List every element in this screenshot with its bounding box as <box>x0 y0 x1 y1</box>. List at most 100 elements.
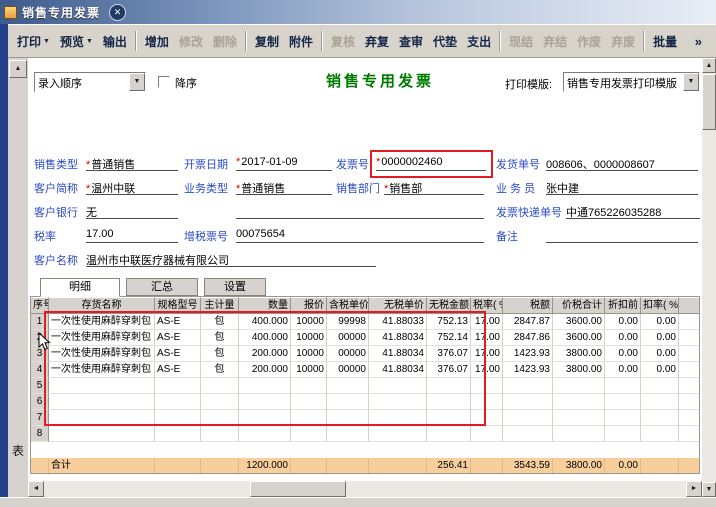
print-button[interactable]: 打印 ▼ <box>12 29 55 54</box>
grid-cell[interactable]: 200.000 <box>239 346 291 362</box>
grid-cell[interactable]: 1423.93 <box>503 362 553 378</box>
grid-cell[interactable] <box>291 378 327 394</box>
grid-header-cell[interactable]: 数量 <box>239 297 291 314</box>
grid-cell[interactable] <box>427 378 471 394</box>
grid-cell[interactable] <box>605 426 641 442</box>
grid-cell[interactable]: 376.07 <box>427 346 471 362</box>
grid-header-cell[interactable]: 序号 <box>31 297 49 314</box>
grid-cell[interactable] <box>155 378 201 394</box>
grid-cell[interactable]: 41.88033 <box>369 314 427 330</box>
grid-cell[interactable]: 1612 <box>679 362 699 378</box>
grid-cell[interactable]: 400.000 <box>239 314 291 330</box>
grid-cell[interactable] <box>201 426 239 442</box>
grid-cell[interactable]: 752.13 <box>427 314 471 330</box>
grid-cell[interactable] <box>679 394 699 410</box>
grid-cell[interactable] <box>155 394 201 410</box>
grid-cell[interactable] <box>471 410 503 426</box>
grid-header-cell[interactable]: 含税单价 <box>327 297 369 314</box>
express-no-field[interactable]: 中通765226035288 <box>566 204 700 219</box>
grid-cell[interactable]: 17.00 <box>471 362 503 378</box>
vertical-scrollbar[interactable]: ▲ ▼ <box>702 58 716 497</box>
vat-no-field[interactable]: 00075654 <box>236 228 484 243</box>
grid-cell[interactable] <box>471 394 503 410</box>
grid-cell[interactable] <box>369 394 427 410</box>
grid-cell[interactable]: 0.00 <box>641 362 679 378</box>
print-template-combo[interactable]: 销售专用发票打印模版 ▼ <box>563 72 700 92</box>
grid-cell[interactable] <box>327 378 369 394</box>
grid-cell[interactable]: 一次性使用麻醉穿刺包 <box>49 362 155 378</box>
grid-cell[interactable]: AS-E <box>155 314 201 330</box>
grid-cell[interactable]: 2 <box>31 330 49 346</box>
grid-cell[interactable]: 1 <box>31 314 49 330</box>
grid-header-cell[interactable]: 税率( % ) <box>471 297 503 314</box>
grid-cell[interactable]: 41.88034 <box>369 346 427 362</box>
grid-cell[interactable]: 0.00 <box>605 346 641 362</box>
close-icon[interactable]: ✕ <box>109 3 127 21</box>
grid-cell[interactable] <box>679 378 699 394</box>
grid-cell[interactable]: AS-E <box>155 362 201 378</box>
grid-cell[interactable] <box>291 394 327 410</box>
descending-checkbox[interactable] <box>158 76 170 88</box>
grid-cell[interactable]: 1612 <box>679 314 699 330</box>
grid-cell[interactable]: 0.00 <box>605 362 641 378</box>
grid-cell[interactable] <box>327 426 369 442</box>
grid-cell[interactable] <box>503 410 553 426</box>
grid-cell[interactable]: 一次性使用麻醉穿刺包 <box>49 330 155 346</box>
customer-account-field[interactable] <box>236 204 484 219</box>
grid-cell[interactable] <box>239 426 291 442</box>
combo-dropdown-icon[interactable]: ▼ <box>683 73 699 91</box>
grid-cell[interactable]: 99998 <box>327 314 369 330</box>
scroll-up-icon[interactable]: ▲ <box>702 58 716 73</box>
grid-header-cell[interactable]: 无税单价 <box>369 297 427 314</box>
scroll-down-icon[interactable]: ▼ <box>702 482 716 497</box>
scroll-right-icon[interactable]: ► <box>686 481 702 497</box>
horizontal-scroll-thumb[interactable] <box>250 481 346 497</box>
advance-button[interactable]: 代垫 <box>428 29 462 54</box>
grid-cell[interactable]: 8 <box>31 426 49 442</box>
grid-cell[interactable]: 6 <box>31 394 49 410</box>
grid-cell[interactable]: 3600.00 <box>553 330 605 346</box>
grid-cell[interactable]: 17.00 <box>471 314 503 330</box>
grid-cell[interactable] <box>327 410 369 426</box>
grid-cell[interactable] <box>427 426 471 442</box>
grid-cell[interactable]: 1612 <box>679 330 699 346</box>
grid-cell[interactable] <box>201 410 239 426</box>
business-type-field[interactable]: *普通销售 <box>236 180 332 195</box>
combo-dropdown-icon[interactable]: ▼ <box>129 73 145 91</box>
grid-cell[interactable] <box>239 378 291 394</box>
grid-cell[interactable]: AS-E <box>155 330 201 346</box>
sale-type-field[interactable]: *普通销售 <box>86 156 178 171</box>
grid-header-cell[interactable]: 规格型号 <box>155 297 201 314</box>
grid-cell[interactable]: 4 <box>31 362 49 378</box>
grid-cell[interactable]: 一次性使用麻醉穿刺包 <box>49 314 155 330</box>
grid-header-cell[interactable]: 存货名称 <box>49 297 155 314</box>
grid-cell[interactable]: AS-E <box>155 346 201 362</box>
grid-cell[interactable] <box>369 410 427 426</box>
grid-cell[interactable] <box>679 410 699 426</box>
grid-cell[interactable] <box>553 394 605 410</box>
grid-cell[interactable] <box>605 378 641 394</box>
grid-cell[interactable]: 0.00 <box>605 314 641 330</box>
grid-cell[interactable]: 10000 <box>291 346 327 362</box>
grid-cell[interactable] <box>427 410 471 426</box>
grid-cell[interactable]: 1423.93 <box>503 346 553 362</box>
grid-cell[interactable] <box>239 394 291 410</box>
grid-cell[interactable] <box>291 410 327 426</box>
grid-cell[interactable]: 00000 <box>327 330 369 346</box>
grid-header-cell[interactable]: 产品 <box>679 297 699 314</box>
grid-cell[interactable] <box>49 426 155 442</box>
grid-cell[interactable]: 10000 <box>291 314 327 330</box>
horizontal-scrollbar[interactable]: ◄ ► <box>28 481 702 497</box>
invoice-no-field[interactable]: *0000002460 <box>376 156 486 171</box>
grid-cell[interactable] <box>155 410 201 426</box>
add-button[interactable]: 增加 <box>140 29 174 54</box>
grid-cell[interactable]: 17.00 <box>471 330 503 346</box>
grid-cell[interactable]: 包 <box>201 330 239 346</box>
output-button[interactable]: 输出 <box>98 29 132 54</box>
grid-cell[interactable] <box>49 378 155 394</box>
grid-cell[interactable] <box>49 410 155 426</box>
grid-cell[interactable] <box>155 426 201 442</box>
grid-cell[interactable] <box>641 410 679 426</box>
tax-rate-field[interactable]: 17.00 <box>86 228 178 243</box>
grid-cell[interactable] <box>49 394 155 410</box>
